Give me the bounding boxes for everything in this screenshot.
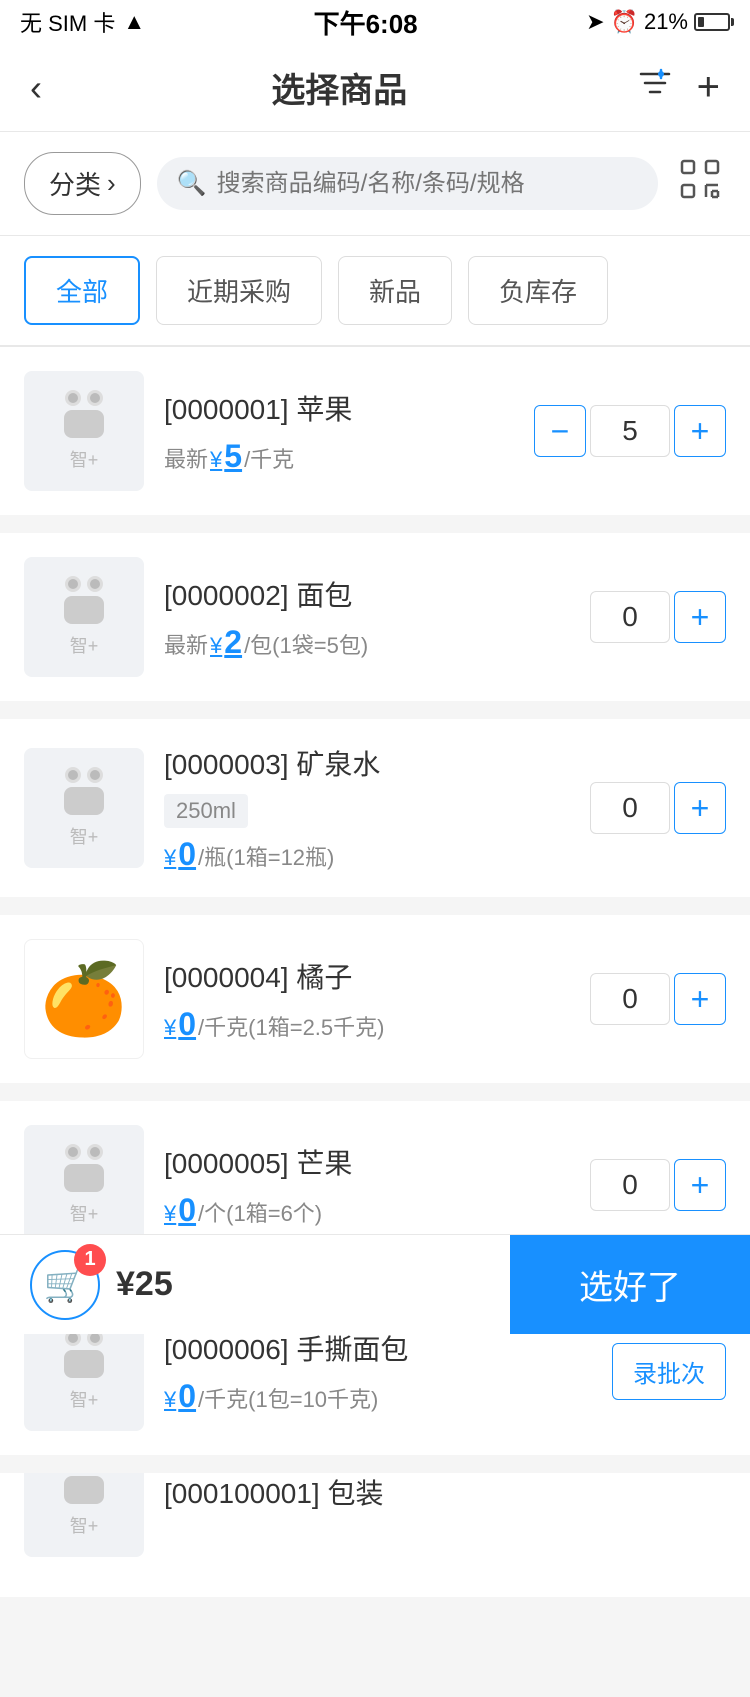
nav-right: +	[637, 65, 720, 110]
product-item: 🍊 [0000004] 橘子 ¥ 0 /千克(1箱=2.5千克) +	[0, 915, 750, 1083]
product-price: ¥ 0 /千克(1包=10千克)	[164, 1378, 592, 1415]
back-button[interactable]: ‹	[30, 67, 42, 109]
alarm-icon: ⏰	[611, 9, 638, 35]
product-price: 最新 ¥ 2 /包(1袋=5包)	[164, 624, 570, 661]
tab-bar: 全部 近期采购 新品 负库存	[0, 236, 750, 347]
placeholder-logo: 智+	[64, 1144, 104, 1226]
nav-left: ‹	[30, 67, 42, 109]
increment-button[interactable]: +	[674, 405, 726, 457]
quantity-control: +	[590, 1159, 726, 1211]
product-list: 智+ [0000001] 苹果 最新 ¥ 5 /千克 − + 智+	[0, 347, 750, 1597]
product-image: 智+	[24, 1125, 144, 1245]
cart-section: 🛒 1 ¥25	[0, 1250, 510, 1320]
placeholder-logo: 智+	[64, 767, 104, 849]
product-price: ¥ 0 /瓶(1箱=12瓶)	[164, 836, 570, 873]
cart-button[interactable]: 🛒 1	[30, 1250, 100, 1320]
search-box: 🔍	[157, 157, 658, 210]
product-image: 智+	[24, 371, 144, 491]
product-name: [0000002] 面包	[164, 574, 570, 614]
product-item: 智+ [0000001] 苹果 最新 ¥ 5 /千克 − +	[0, 347, 750, 515]
quantity-input[interactable]	[590, 1159, 670, 1211]
increment-button[interactable]: +	[674, 782, 726, 834]
chevron-right-icon: ›	[107, 168, 116, 199]
scan-icon[interactable]	[674, 153, 726, 214]
product-item-partial: 智+ [000100001] 包装	[0, 1473, 750, 1597]
placeholder-logo: 智+	[64, 1473, 104, 1538]
product-info: [0000004] 橘子 ¥ 0 /千克(1箱=2.5千克)	[164, 956, 570, 1043]
placeholder-logo: 智+	[64, 390, 104, 472]
category-label: 分类	[49, 165, 101, 202]
quantity-input[interactable]	[590, 973, 670, 1025]
status-bar: 无 SIM 卡 ▲ 下午6:08 ➤ ⏰ 21%	[0, 0, 750, 44]
bottom-bar: 🛒 1 ¥25 选好了	[0, 1234, 750, 1334]
quantity-input[interactable]	[590, 591, 670, 643]
quantity-input[interactable]	[590, 405, 670, 457]
product-info: [000100001] 包装	[164, 1473, 726, 1522]
tab-new[interactable]: 新品	[338, 256, 452, 325]
product-image: 智+	[24, 557, 144, 677]
product-price: 最新 ¥ 5 /千克	[164, 438, 514, 475]
cart-badge: 1	[74, 1244, 106, 1276]
tab-all[interactable]: 全部	[24, 256, 140, 325]
cart-total: ¥25	[116, 1265, 173, 1304]
increment-button[interactable]: +	[674, 591, 726, 643]
orange-emoji: 🍊	[40, 964, 127, 1034]
category-button[interactable]: 分类 ›	[24, 152, 141, 215]
product-price: ¥ 0 /千克(1箱=2.5千克)	[164, 1006, 570, 1043]
search-icon: 🔍	[177, 169, 207, 198]
product-spec: 250ml	[164, 794, 248, 828]
product-info: [0000002] 面包 最新 ¥ 2 /包(1袋=5包)	[164, 574, 570, 661]
product-info: [0000001] 苹果 最新 ¥ 5 /千克	[164, 388, 514, 475]
battery-icon	[694, 13, 730, 31]
quantity-control: − +	[534, 405, 726, 457]
location-icon: ➤	[586, 9, 604, 35]
product-item: 智+ [0000003] 矿泉水 250ml ¥ 0 /瓶(1箱=12瓶) +	[0, 719, 750, 897]
status-right: ➤ ⏰ 21%	[586, 9, 730, 35]
batch-button[interactable]: 录批次	[612, 1343, 726, 1400]
product-item: 智+ [0000002] 面包 最新 ¥ 2 /包(1袋=5包) +	[0, 533, 750, 701]
product-info: [0000005] 芒果 ¥ 0 /个(1箱=6个)	[164, 1142, 570, 1229]
status-time: 下午6:08	[314, 4, 418, 41]
product-info: [0000003] 矿泉水 250ml ¥ 0 /瓶(1箱=12瓶)	[164, 743, 570, 873]
product-image: 智+	[24, 1473, 144, 1557]
nav-bar: ‹ 选择商品 +	[0, 44, 750, 132]
product-name: [0000001] 苹果	[164, 388, 514, 428]
page-title: 选择商品	[271, 63, 407, 112]
product-name: [0000003] 矿泉水	[164, 743, 570, 783]
increment-button[interactable]: +	[674, 1159, 726, 1211]
quantity-control: +	[590, 782, 726, 834]
product-image: 智+	[24, 748, 144, 868]
tab-recent[interactable]: 近期采购	[156, 256, 322, 325]
increment-button[interactable]: +	[674, 973, 726, 1025]
quantity-control: +	[590, 591, 726, 643]
wifi-icon: ▲	[123, 9, 145, 35]
product-info: [0000006] 手撕面包 ¥ 0 /千克(1包=10千克)	[164, 1328, 592, 1415]
filter-icon[interactable]	[637, 65, 673, 110]
placeholder-logo: 智+	[64, 576, 104, 658]
quantity-input[interactable]	[590, 782, 670, 834]
product-image-orange: 🍊	[24, 939, 144, 1059]
product-name: [000100001] 包装	[164, 1473, 726, 1512]
quantity-control: +	[590, 973, 726, 1025]
decrement-button[interactable]: −	[534, 405, 586, 457]
product-name: [0000005] 芒果	[164, 1142, 570, 1182]
tab-negative[interactable]: 负库存	[468, 256, 608, 325]
product-name: [0000004] 橘子	[164, 956, 570, 996]
status-carrier: 无 SIM 卡 ▲	[20, 6, 145, 38]
filter-bar: 分类 › 🔍	[0, 132, 750, 236]
search-input[interactable]	[217, 170, 638, 198]
confirm-button[interactable]: 选好了	[510, 1235, 750, 1334]
product-price: ¥ 0 /个(1箱=6个)	[164, 1192, 570, 1229]
quantity-control: 录批次	[612, 1343, 726, 1400]
add-button[interactable]: +	[697, 65, 720, 110]
placeholder-logo: 智+	[64, 1330, 104, 1412]
